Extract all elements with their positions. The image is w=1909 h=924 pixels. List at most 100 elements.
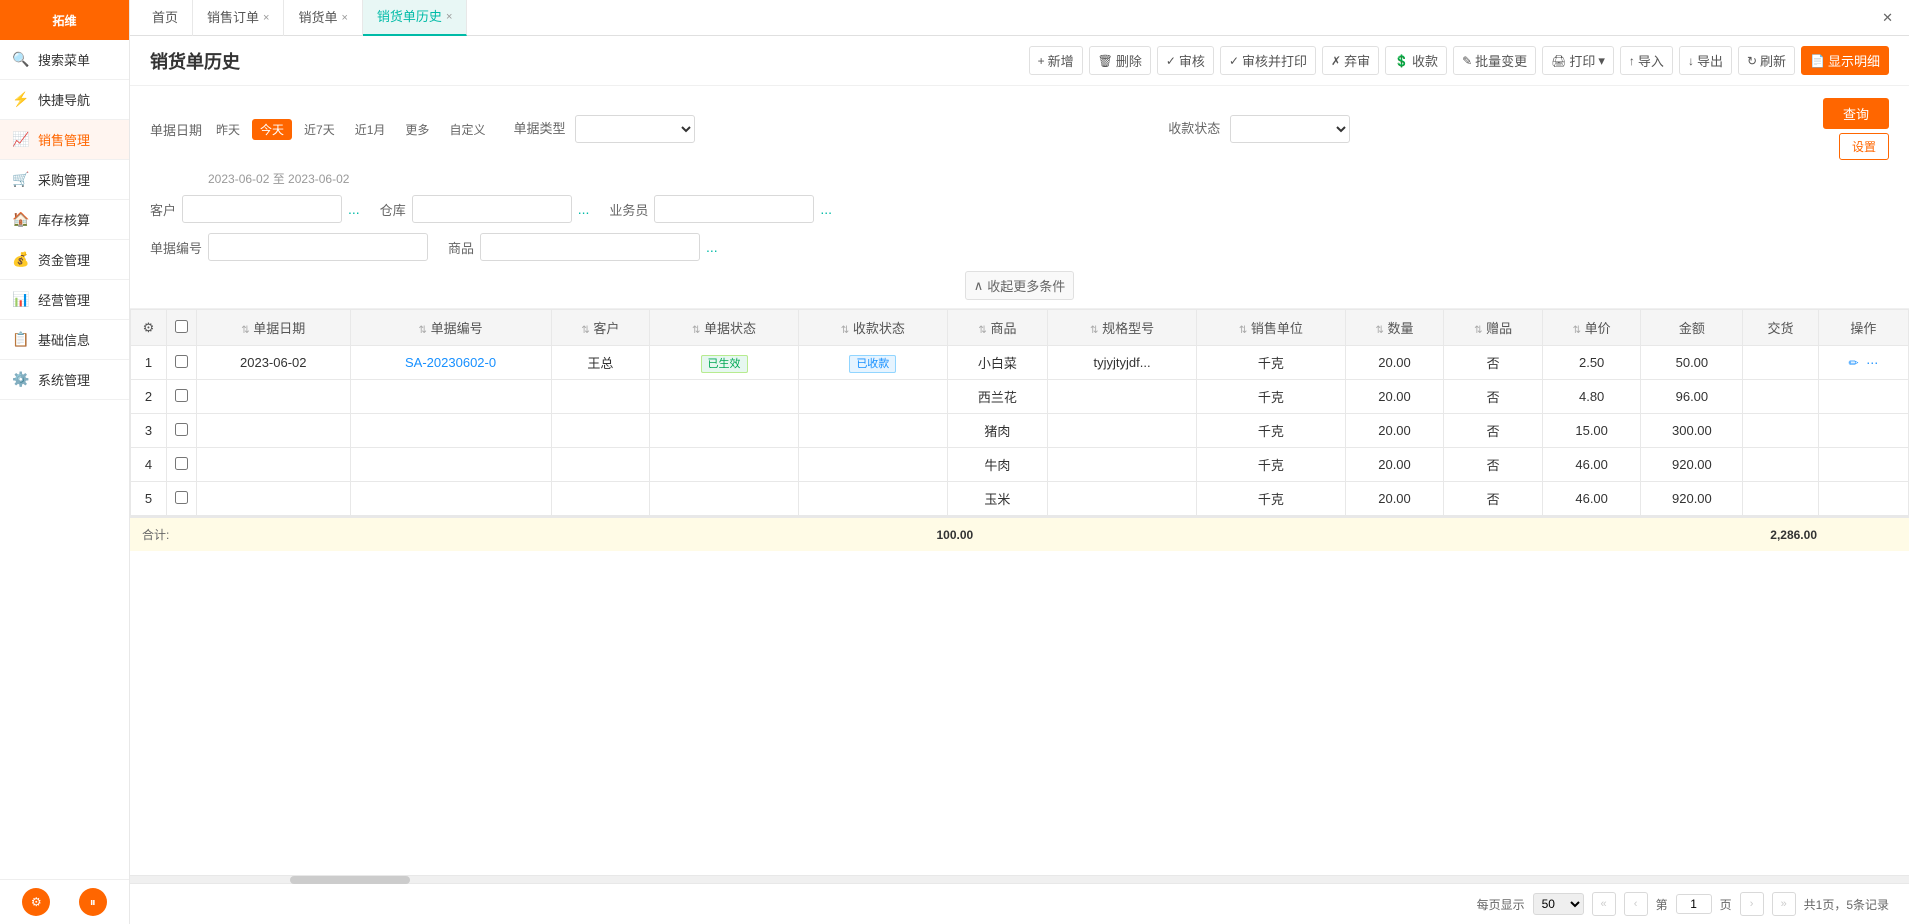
col-orderno-sort-icon[interactable]: ⇅ bbox=[419, 325, 427, 336]
sidebar-item-quick-nav[interactable]: ⚡ 快捷导航 bbox=[0, 80, 129, 120]
col-status-sort-icon[interactable]: ⇅ bbox=[692, 325, 700, 336]
date-tab-7days[interactable]: 近7天 bbox=[296, 119, 343, 140]
query-button[interactable]: 查询 bbox=[1823, 98, 1889, 129]
date-tab-custom[interactable]: 自定义 bbox=[441, 119, 493, 140]
date-tab-yesterday[interactable]: 昨天 bbox=[208, 119, 248, 140]
goods-dots-btn[interactable]: ... bbox=[706, 239, 718, 255]
col-unit-sort-icon[interactable]: ⇅ bbox=[1239, 325, 1247, 336]
settings-icon[interactable]: ⚙ bbox=[143, 320, 155, 335]
col-gift-sort-icon[interactable]: ⇅ bbox=[1474, 325, 1482, 336]
row-checkbox-cell[interactable] bbox=[167, 482, 197, 516]
window-close-btn[interactable]: ✕ bbox=[1882, 10, 1893, 26]
collapse-arrow-icon: ∧ bbox=[974, 278, 984, 294]
first-page-btn[interactable]: « bbox=[1592, 892, 1616, 916]
sidebar-bottom-btn-right[interactable]: ⏸ bbox=[79, 888, 107, 916]
prev-page-btn[interactable]: ‹ bbox=[1624, 892, 1648, 916]
tab-sales-delivery-close[interactable]: × bbox=[341, 0, 347, 36]
sidebar-bottom-btn-left[interactable]: ⚙ bbox=[22, 888, 50, 916]
status-badge: 已生效 bbox=[701, 355, 748, 373]
filter-type-select[interactable] bbox=[575, 115, 695, 143]
warehouse-dots-btn[interactable]: ... bbox=[578, 201, 590, 217]
row-checkbox-cell[interactable] bbox=[167, 414, 197, 448]
row-num-cell: 3 bbox=[131, 414, 167, 448]
date-tab-more[interactable]: 更多 bbox=[397, 119, 437, 140]
row-checkbox-cell[interactable] bbox=[167, 380, 197, 414]
delete-button[interactable]: 🗑 删除 bbox=[1089, 46, 1151, 75]
row-checkbox-cell[interactable] bbox=[167, 448, 197, 482]
next-page-btn[interactable]: › bbox=[1740, 892, 1764, 916]
customer-dots-btn[interactable]: ... bbox=[348, 201, 360, 217]
page-header: 销货单历史 + 新增 🗑 删除 ✓ 审核 ✓ 审核并打印 bbox=[130, 36, 1909, 86]
sidebar-item-sales-mgmt[interactable]: 📈 销售管理 bbox=[0, 120, 129, 160]
col-spec-sort-icon[interactable]: ⇅ bbox=[1090, 325, 1098, 336]
filter-goods-input[interactable] bbox=[480, 233, 700, 261]
sidebar-item-purchase-mgmt[interactable]: 🛒 采购管理 bbox=[0, 160, 129, 200]
col-checkbox[interactable] bbox=[167, 310, 197, 346]
date-tabs: 昨天 今天 近7天 近1月 更多 自定义 bbox=[208, 119, 493, 140]
more-op-btn[interactable]: ⋯ bbox=[1866, 356, 1878, 370]
row-checkbox[interactable] bbox=[175, 355, 188, 368]
col-price-sort-icon[interactable]: ⇅ bbox=[1573, 325, 1581, 336]
batch-change-button[interactable]: ✎ 批量变更 bbox=[1453, 46, 1536, 75]
tab-sales-order-close[interactable]: × bbox=[263, 0, 269, 36]
sidebar-item-ops-mgmt[interactable]: 📊 经营管理 bbox=[0, 280, 129, 320]
new-button[interactable]: + 新增 bbox=[1029, 46, 1083, 75]
per-page-select[interactable]: 50 100 200 bbox=[1533, 893, 1584, 915]
sidebar-item-sys-mgmt[interactable]: ⚙️ 系统管理 bbox=[0, 360, 129, 400]
filter-orderno-input[interactable] bbox=[208, 233, 428, 261]
table-row: 3 猪肉 千克 20.00 否 15.00 300.00 bbox=[131, 414, 1909, 448]
filter-customer-label: 客户 bbox=[150, 200, 176, 219]
collapse-button[interactable]: ∧ 收起更多条件 bbox=[965, 271, 1075, 300]
select-all-checkbox[interactable] bbox=[175, 320, 188, 333]
current-page-input[interactable] bbox=[1676, 894, 1712, 914]
import-button[interactable]: ↑ 导入 bbox=[1620, 46, 1673, 75]
tab-home[interactable]: 首页 bbox=[138, 0, 193, 36]
col-customer-sort-icon[interactable]: ⇅ bbox=[581, 325, 589, 336]
row-checkbox[interactable] bbox=[175, 491, 188, 504]
sidebar-item-search-menu[interactable]: 🔍 搜索菜单 bbox=[0, 40, 129, 80]
row-checkbox-cell[interactable] bbox=[167, 346, 197, 380]
row-checkbox[interactable] bbox=[175, 423, 188, 436]
sidebar-item-finance-mgmt[interactable]: 💰 资金管理 bbox=[0, 240, 129, 280]
sys-mgmt-icon: ⚙️ bbox=[12, 371, 30, 389]
audit-button[interactable]: ✓ 审核 bbox=[1157, 46, 1214, 75]
row-orderno-cell: SA-20230602-0 bbox=[350, 346, 551, 380]
filter-customer-input[interactable] bbox=[182, 195, 342, 223]
row-trade-cell bbox=[1743, 380, 1818, 414]
show-detail-button[interactable]: 📄 显示明细 bbox=[1801, 46, 1889, 75]
abandon-button[interactable]: ✗ 弃审 bbox=[1322, 46, 1379, 75]
col-settings[interactable]: ⚙ bbox=[131, 310, 167, 346]
row-status-cell: 已生效 bbox=[650, 346, 799, 380]
scrollbar-thumb[interactable] bbox=[290, 876, 410, 884]
horizontal-scrollbar[interactable] bbox=[130, 875, 1909, 883]
col-goods-sort-icon[interactable]: ⇅ bbox=[978, 325, 986, 336]
salesman-dots-btn[interactable]: ... bbox=[820, 201, 832, 217]
date-tab-1month[interactable]: 近1月 bbox=[347, 119, 394, 140]
row-checkbox[interactable] bbox=[175, 457, 188, 470]
tab-sales-delivery[interactable]: 销货单 × bbox=[284, 0, 362, 36]
export-button[interactable]: ↓ 导出 bbox=[1679, 46, 1732, 75]
tab-sales-order[interactable]: 销售订单 × bbox=[193, 0, 284, 36]
refresh-button[interactable]: ↻ 刷新 bbox=[1738, 46, 1795, 75]
tab-sales-history[interactable]: 销货单历史 × bbox=[363, 0, 467, 36]
abandon-icon: ✗ bbox=[1331, 54, 1341, 68]
audit-print-button[interactable]: ✓ 审核并打印 bbox=[1220, 46, 1316, 75]
sidebar-item-inventory-calc[interactable]: 🏠 库存核算 bbox=[0, 200, 129, 240]
sidebar-item-basic-info[interactable]: 📋 基础信息 bbox=[0, 320, 129, 360]
tab-sales-history-close[interactable]: × bbox=[446, 0, 452, 35]
col-date-sort-icon[interactable]: ⇅ bbox=[241, 325, 249, 336]
order-no-link[interactable]: SA-20230602-0 bbox=[405, 355, 496, 370]
row-goods-cell: 玉米 bbox=[947, 482, 1047, 516]
row-checkbox[interactable] bbox=[175, 389, 188, 402]
edit-op-btn[interactable]: ✏ bbox=[1849, 356, 1859, 370]
collect-button[interactable]: 💲 收款 bbox=[1385, 46, 1447, 75]
setting-button[interactable]: 设置 bbox=[1839, 133, 1889, 160]
date-tab-today[interactable]: 今天 bbox=[252, 119, 292, 140]
filter-collect-select[interactable] bbox=[1230, 115, 1350, 143]
print-button[interactable]: 🖨 打印 ▾ bbox=[1542, 46, 1614, 75]
last-page-btn[interactable]: » bbox=[1772, 892, 1796, 916]
col-collect-sort-icon[interactable]: ⇅ bbox=[841, 325, 849, 336]
filter-warehouse-input[interactable] bbox=[412, 195, 572, 223]
col-qty-sort-icon[interactable]: ⇅ bbox=[1376, 325, 1384, 336]
filter-salesman-input[interactable] bbox=[654, 195, 814, 223]
